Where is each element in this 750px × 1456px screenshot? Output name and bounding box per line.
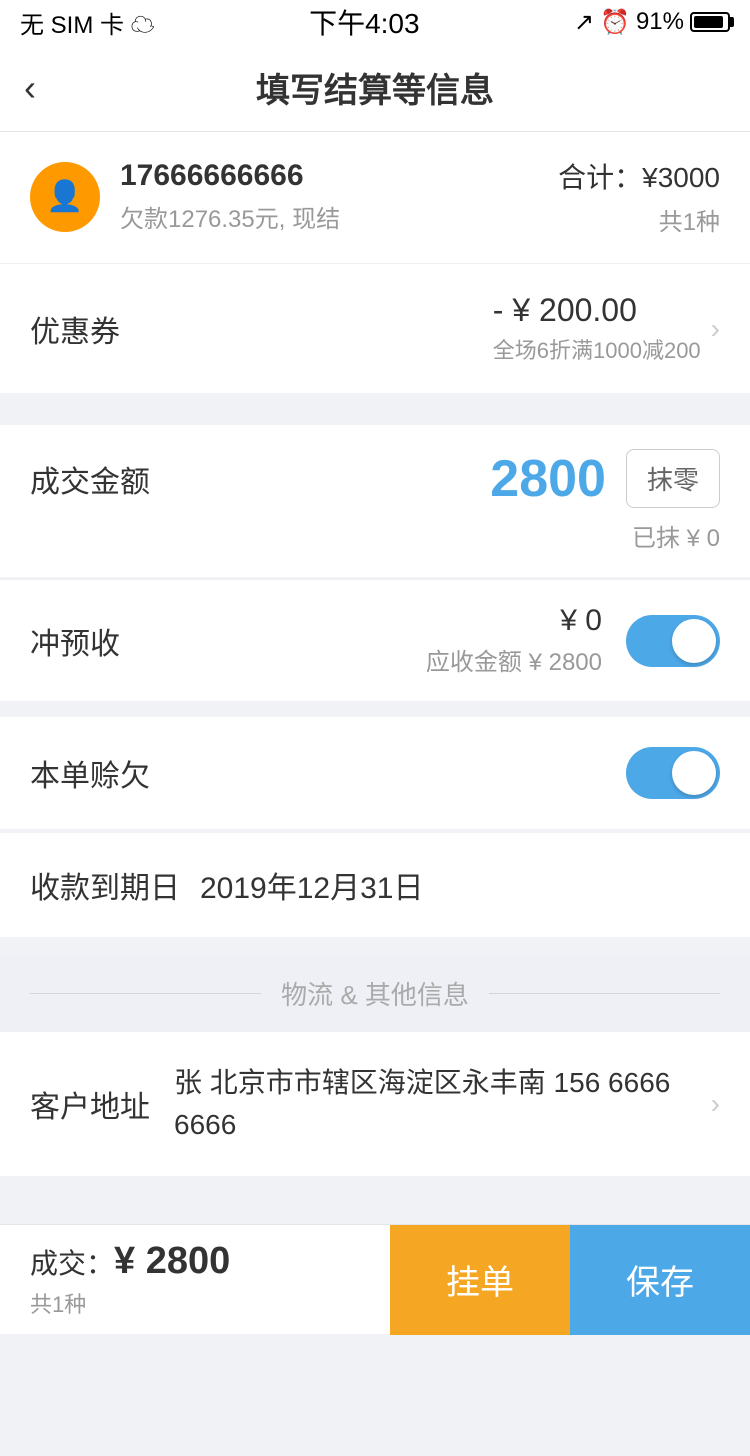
- page-title: 填写结算等信息: [256, 63, 494, 112]
- amount-label: 成交金额: [30, 457, 150, 501]
- logistics-line-right: [489, 993, 720, 994]
- deal-label: 成交：: [30, 1248, 114, 1279]
- prepay-sub: 应收金额 ¥ 2800: [426, 642, 602, 677]
- customer-debt: 欠款1276.35元, 现结: [120, 199, 340, 234]
- page-header: ‹ 填写结算等信息: [0, 44, 750, 132]
- status-bar: 无 SIM 卡 ☁ 下午4:03 ↗ ⏰ 91%: [0, 0, 750, 44]
- location-icon: ↗: [574, 8, 594, 37]
- save-button[interactable]: 保存: [570, 1225, 750, 1335]
- divider-1: [0, 409, 750, 425]
- prepay-row: 冲预收 ¥ 0 应收金额 ¥ 2800: [0, 579, 750, 701]
- battery-percent: 91%: [636, 8, 684, 36]
- debts-toggle[interactable]: [626, 747, 720, 799]
- customer-card: 👤 17666666666 欠款1276.35元, 现结 合计：¥3000 共1…: [0, 132, 750, 393]
- customer-info: 17666666666 欠款1276.35元, 现结: [120, 159, 340, 234]
- bottom-bar: 成交：¥ 2800 共1种 挂单 保存: [0, 1224, 750, 1334]
- total-value: ¥3000: [642, 162, 720, 193]
- round-button[interactable]: 抹零: [626, 449, 720, 508]
- deal-price: ¥ 2800: [114, 1240, 230, 1282]
- coupon-desc: 全场6折满1000减200: [493, 333, 701, 365]
- address-chevron-icon: ›: [711, 1088, 720, 1120]
- customer-row: 👤 17666666666 欠款1276.35元, 现结 合计：¥3000 共1…: [0, 132, 750, 261]
- debts-label: 本单赊欠: [30, 751, 150, 795]
- duedate-value: 2019年12月31日: [200, 863, 423, 907]
- coupon-right: - ¥ 200.00 全场6折满1000减200 ›: [493, 292, 720, 365]
- prepay-right: ¥ 0 应收金额 ¥ 2800: [426, 604, 720, 677]
- amount-row: 成交金额 2800 抹零: [30, 449, 720, 508]
- address-row[interactable]: 客户地址 张 北京市市辖区海淀区永丰南 156 6666 6666 ›: [0, 1032, 750, 1176]
- logistics-divider: 物流 & 其他信息: [0, 955, 750, 1032]
- prepay-label: 冲预收: [30, 619, 120, 663]
- coupon-row[interactable]: 优惠券 - ¥ 200.00 全场6折满1000减200 ›: [0, 263, 750, 393]
- address-label: 客户地址: [30, 1082, 150, 1126]
- battery-icon: [690, 12, 730, 32]
- duedate-label: 收款到期日: [30, 863, 180, 907]
- alarm-icon: ⏰: [600, 8, 630, 37]
- deal-row: 成交：¥ 2800: [30, 1240, 360, 1283]
- amount-section: 成交金额 2800 抹零 已抹 ¥ 0: [0, 425, 750, 577]
- prepay-value: ¥ 0: [426, 604, 602, 638]
- back-button[interactable]: ‹: [24, 67, 36, 109]
- logistics-line-left: [30, 993, 261, 994]
- divider-3: [0, 939, 750, 955]
- prepay-toggle[interactable]: [626, 615, 720, 667]
- amount-right: 2800 抹零: [490, 449, 720, 508]
- logistics-text: 物流 & 其他信息: [281, 975, 469, 1012]
- status-time: 下午4:03: [309, 2, 420, 42]
- coupon-info: - ¥ 200.00 全场6折满1000减200: [493, 292, 701, 365]
- coupon-label: 优惠券: [30, 307, 120, 351]
- deal-count: 共1种: [30, 1287, 360, 1319]
- bottom-summary: 成交：¥ 2800 共1种: [0, 1240, 390, 1319]
- prepay-amount: ¥ 0 应收金额 ¥ 2800: [426, 604, 602, 677]
- no-sim-label: 无 SIM 卡 ☁: [20, 5, 155, 40]
- avatar: 👤: [30, 162, 100, 232]
- coupon-chevron-icon: ›: [711, 313, 720, 345]
- battery-fill: [694, 16, 723, 28]
- amount-sub: 已抹 ¥ 0: [30, 518, 720, 553]
- address-value: 张 北京市市辖区海淀区永丰南 156 6666 6666: [174, 1062, 711, 1146]
- total-count: 共1种: [558, 202, 720, 237]
- customer-total: 合计：¥3000 共1种: [558, 156, 720, 237]
- coupon-discount: - ¥ 200.00: [493, 292, 701, 329]
- status-left: 无 SIM 卡 ☁: [20, 5, 155, 40]
- total-amount: 合计：¥3000: [558, 156, 720, 196]
- status-right: ↗ ⏰ 91%: [574, 8, 730, 37]
- total-label: 合计：: [558, 162, 642, 193]
- amount-value: 2800: [490, 453, 606, 505]
- customer-phone: 17666666666: [120, 159, 340, 193]
- debts-row: 本单赊欠: [0, 717, 750, 829]
- hold-button[interactable]: 挂单: [390, 1225, 570, 1335]
- customer-left: 👤 17666666666 欠款1276.35元, 现结: [30, 159, 340, 234]
- divider-2: [0, 701, 750, 717]
- duedate-row: 收款到期日 2019年12月31日: [0, 833, 750, 937]
